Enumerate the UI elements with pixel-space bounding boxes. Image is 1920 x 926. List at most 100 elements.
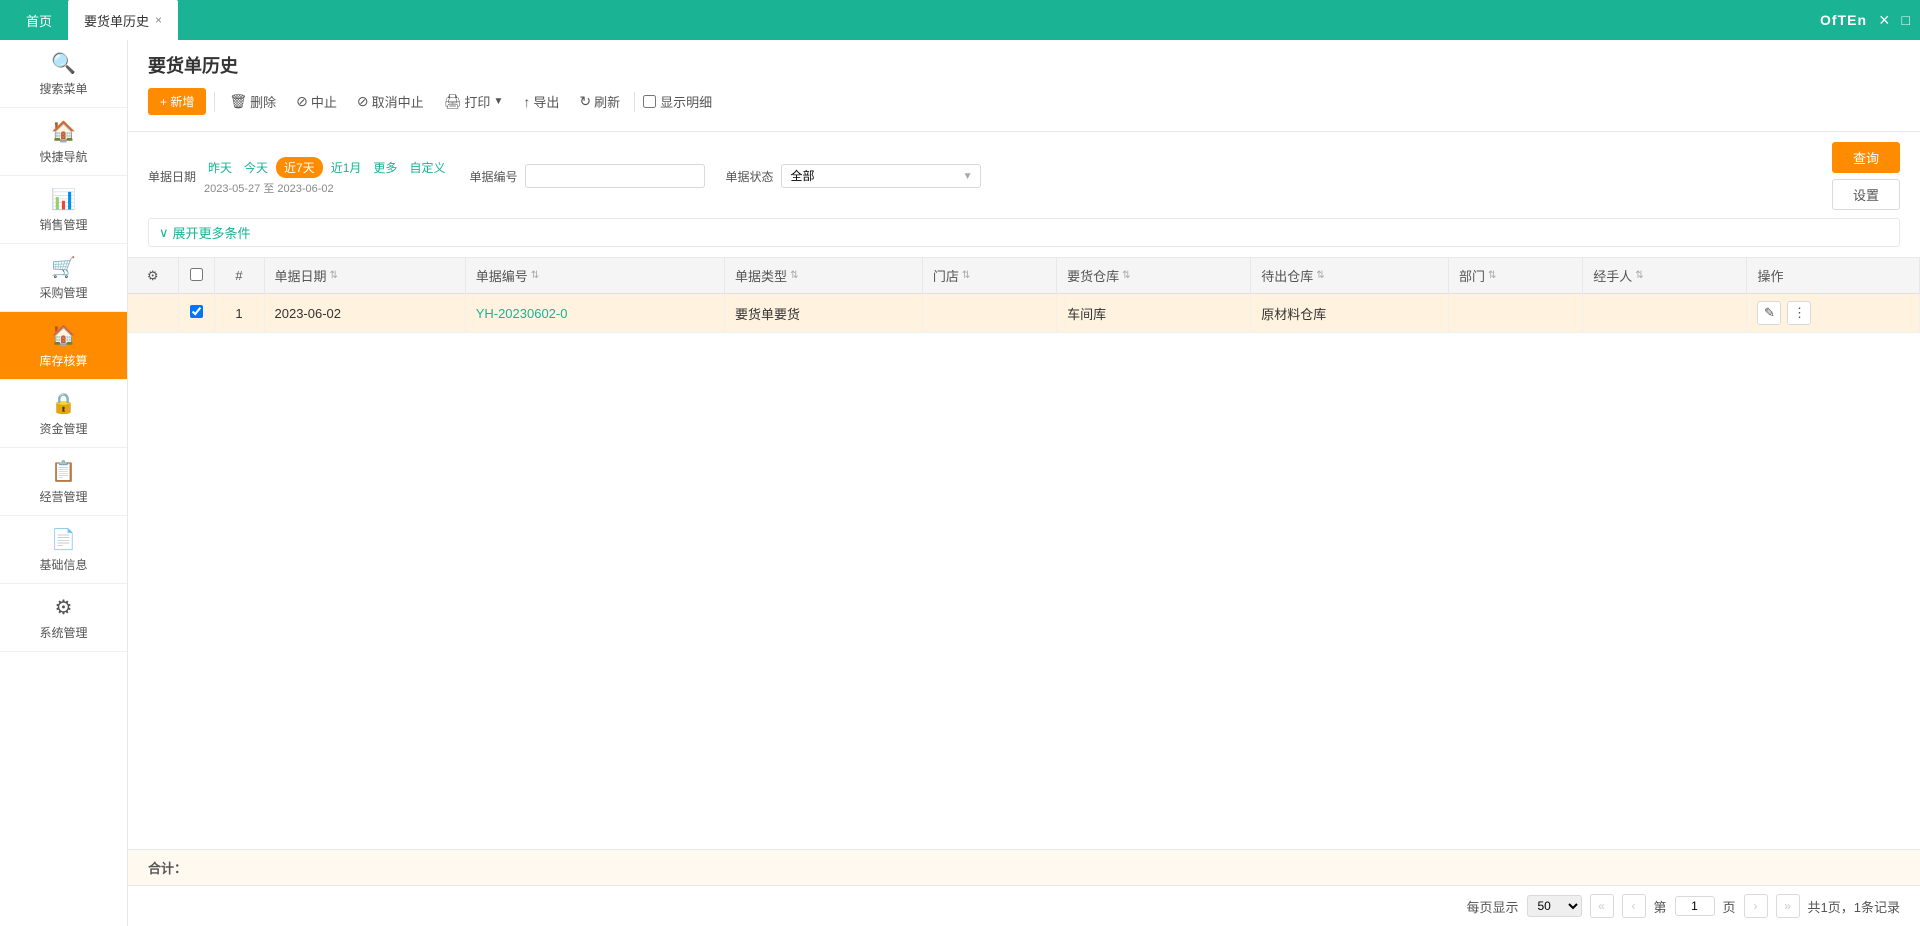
td-department: [1448, 294, 1582, 333]
row-checkbox[interactable]: [190, 305, 203, 318]
table-header-row: ⚙ # 单据日期 ⇅ 单据编号 ⇅: [128, 258, 1920, 294]
th-req-warehouse-sort: 要货仓库 ⇅: [1067, 266, 1240, 285]
select-all-checkbox[interactable]: [190, 268, 203, 281]
th-handler[interactable]: 经手人 ⇅: [1583, 258, 1747, 294]
shortcut-7days[interactable]: 近7天: [276, 157, 323, 178]
th-checkbox[interactable]: [178, 258, 214, 294]
th-date[interactable]: 单据日期 ⇅: [264, 258, 465, 294]
shortcut-yesterday[interactable]: 昨天: [204, 158, 236, 177]
page-title: 要货单历史: [148, 52, 1900, 78]
th-department[interactable]: 部门 ⇅: [1448, 258, 1582, 294]
page-input[interactable]: [1675, 896, 1715, 916]
topbar-close-btn[interactable]: ×: [1879, 10, 1890, 31]
stop-button[interactable]: ⊘ 中止: [290, 88, 343, 115]
sort-icon-pending-warehouse: ⇅: [1316, 270, 1324, 281]
th-doctype[interactable]: 单据类型 ⇅: [725, 258, 923, 294]
sidebar-item-purchase[interactable]: 🛒 采购管理: [0, 244, 127, 312]
new-button[interactable]: + 新增: [148, 88, 206, 115]
td-docno: YH-20230602-0: [465, 294, 724, 333]
sidebar-label-sales: 销售管理: [39, 216, 87, 233]
docno-input[interactable]: [525, 164, 705, 188]
export-button[interactable]: ↑ 导出: [517, 88, 565, 115]
show-detail-input[interactable]: [643, 95, 656, 108]
print-arrow: ▼: [493, 96, 503, 107]
tab-close-icon[interactable]: ×: [155, 13, 162, 27]
refresh-icon: ↻: [579, 93, 591, 110]
toolbar-separator-1: [214, 92, 215, 112]
last-page-btn[interactable]: »: [1776, 894, 1800, 918]
sales-icon: 📊: [51, 190, 76, 210]
finance-icon: 🔒: [51, 394, 76, 414]
sidebar-item-operations[interactable]: 📋 经营管理: [0, 448, 127, 516]
td-pending-warehouse: 原材料仓库: [1251, 294, 1449, 333]
cancel-stop-button[interactable]: ⊘ 取消中止: [351, 88, 430, 115]
first-page-btn[interactable]: «: [1590, 894, 1614, 918]
more-op-btn[interactable]: ⋮: [1787, 301, 1811, 325]
main-layout: 🔍 搜索菜单 🏠 快捷导航 📊 销售管理 🛒 采购管理 🏠 库存核算 🔒 资金管…: [0, 40, 1920, 926]
topbar-maximize-btn[interactable]: □: [1902, 12, 1910, 28]
page-size-select[interactable]: 20 50 100 200: [1527, 895, 1582, 917]
page-label: 第: [1654, 897, 1667, 916]
pagination: 每页显示 20 50 100 200 « ‹ 第 页 › » 共1页，1条记录: [128, 885, 1920, 926]
print-label: 打印: [464, 92, 490, 111]
delete-icon: 🗑: [229, 93, 247, 110]
table-row[interactable]: 1 2023-06-02 YH-20230602-0 要货单要货 车间库 原材料…: [128, 294, 1920, 333]
th-pending-warehouse[interactable]: 待出仓库 ⇅: [1251, 258, 1449, 294]
th-req-warehouse[interactable]: 要货仓库 ⇅: [1057, 258, 1251, 294]
sidebar-item-sales[interactable]: 📊 销售管理: [0, 176, 127, 244]
sidebar-label-search: 搜索菜单: [39, 80, 87, 97]
delete-button[interactable]: 🗑 删除: [223, 88, 282, 115]
sidebar-item-system[interactable]: ⚙ 系统管理: [0, 584, 127, 652]
status-select[interactable]: 全部 草稿 审核中 已审核: [782, 165, 980, 187]
print-button[interactable]: 🖨 打印 ▼: [438, 88, 510, 115]
td-checkbox[interactable]: [178, 294, 214, 333]
sort-icon-department: ⇅: [1488, 270, 1496, 281]
tab-home[interactable]: 首页: [10, 0, 68, 40]
sidebar: 🔍 搜索菜单 🏠 快捷导航 📊 销售管理 🛒 采购管理 🏠 库存核算 🔒 资金管…: [0, 40, 128, 926]
shortcut-more[interactable]: 更多: [369, 158, 401, 177]
prev-page-btn[interactable]: ‹: [1622, 894, 1646, 918]
shortcut-custom[interactable]: 自定义: [405, 158, 449, 177]
next-page-btn[interactable]: ›: [1744, 894, 1768, 918]
edit-op-btn[interactable]: ✎: [1757, 301, 1781, 325]
table-footer: 合计：: [128, 849, 1920, 885]
settings-button[interactable]: 设置: [1832, 179, 1900, 210]
shortcut-today[interactable]: 今天: [240, 158, 272, 177]
show-detail-checkbox[interactable]: 显示明细: [643, 92, 712, 111]
sidebar-item-inventory[interactable]: 🏠 库存核算: [0, 312, 127, 380]
topbar-brand: OfTEn: [1820, 12, 1867, 28]
th-store[interactable]: 门店 ⇅: [922, 258, 1056, 294]
stop-label: 中止: [311, 92, 337, 111]
table-area: ⚙ # 单据日期 ⇅ 单据编号 ⇅: [128, 258, 1920, 849]
sort-icon-date: ⇅: [330, 270, 338, 281]
status-select-wrapper: 全部 草稿 审核中 已审核: [781, 164, 981, 188]
sidebar-label-finance: 资金管理: [39, 420, 87, 437]
sidebar-item-search[interactable]: 🔍 搜索菜单: [0, 40, 127, 108]
expand-icon: ∨: [159, 225, 169, 241]
main-table: ⚙ # 单据日期 ⇅ 单据编号 ⇅: [128, 258, 1920, 333]
home-icon: 🏠: [51, 122, 76, 142]
th-pending-warehouse-sort: 待出仓库 ⇅: [1261, 266, 1438, 285]
th-doctype-label: 单据类型: [735, 266, 787, 285]
sort-icon-req-warehouse: ⇅: [1122, 270, 1130, 281]
export-label: 导出: [533, 92, 559, 111]
date-filter-label: 单据日期: [148, 168, 196, 185]
td-ops: ✎ ⋮: [1747, 294, 1920, 333]
shortcut-1month[interactable]: 近1月: [327, 158, 366, 177]
tab-active[interactable]: 要货单历史 ×: [68, 0, 178, 40]
cancel-stop-icon: ⊘: [357, 93, 369, 110]
topbar: 首页 要货单历史 × OfTEn × □: [0, 0, 1920, 40]
sidebar-item-finance[interactable]: 🔒 资金管理: [0, 380, 127, 448]
export-icon: ↑: [523, 94, 530, 110]
date-shortcuts: 昨天 今天 近7天 近1月 更多 自定义 2023-05-27 至 2023-0…: [204, 157, 449, 196]
sidebar-item-basicinfo[interactable]: 📄 基础信息: [0, 516, 127, 584]
td-doctype: 要货单要货: [725, 294, 923, 333]
docno-link[interactable]: YH-20230602-0: [476, 306, 568, 321]
sidebar-item-quicknav[interactable]: 🏠 快捷导航: [0, 108, 127, 176]
th-settings[interactable]: ⚙: [128, 258, 178, 294]
date-filter-group: 单据日期 昨天 今天 近7天 近1月 更多 自定义 2023-05-27 至 2…: [148, 157, 449, 196]
refresh-button[interactable]: ↻ 刷新: [573, 88, 626, 115]
query-button[interactable]: 查询: [1832, 142, 1900, 173]
th-docno[interactable]: 单据编号 ⇅: [465, 258, 724, 294]
expand-more-btn[interactable]: ∨ 展开更多条件: [148, 218, 1900, 247]
